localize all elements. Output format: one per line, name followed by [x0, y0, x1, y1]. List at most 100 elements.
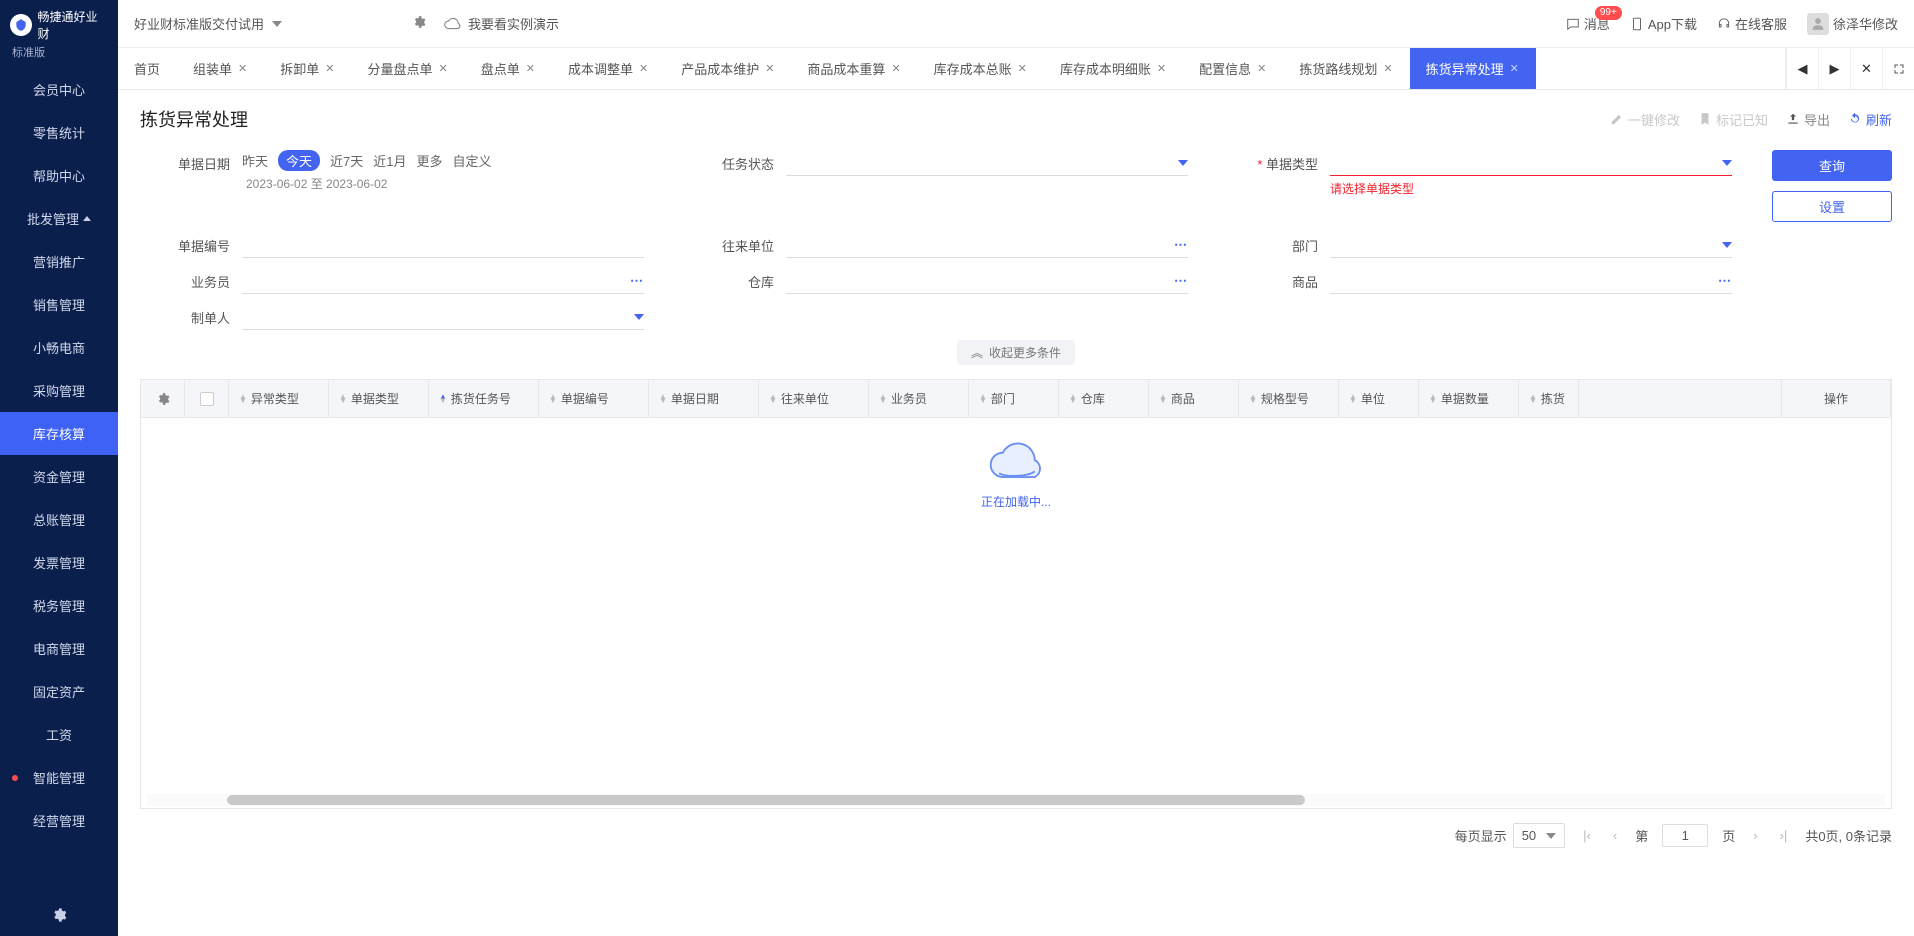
demo-link[interactable]: 我要看实例演示	[444, 14, 559, 33]
close-icon[interactable]: ✕	[765, 62, 774, 75]
th-col-12[interactable]: ▲▼单据数量	[1419, 380, 1519, 417]
close-icon[interactable]: ✕	[1383, 62, 1392, 75]
doc-no-input[interactable]	[242, 232, 644, 258]
refresh-button[interactable]: 刷新	[1848, 110, 1892, 129]
sidebar-item-11[interactable]: 发票管理	[0, 541, 118, 584]
sidebar-item-3[interactable]: 批发管理	[0, 197, 118, 240]
task-status-select[interactable]	[786, 150, 1188, 176]
close-icon[interactable]: ✕	[238, 62, 247, 75]
sidebar-item-2[interactable]: 帮助中心	[0, 154, 118, 197]
horizontal-scrollbar[interactable]	[147, 794, 1885, 806]
sidebar-item-14[interactable]: 固定资产	[0, 670, 118, 713]
date-month[interactable]: 近1月	[373, 151, 406, 170]
query-button[interactable]: 查询	[1772, 150, 1892, 181]
close-icon[interactable]: ✕	[891, 62, 900, 75]
date-custom[interactable]: 自定义	[453, 151, 492, 170]
tab-11[interactable]: 拣货路线规划✕	[1283, 48, 1409, 89]
close-icon[interactable]: ✕	[1018, 62, 1027, 75]
select-all-checkbox[interactable]	[185, 380, 229, 417]
sidebar-item-16[interactable]: 智能管理	[0, 756, 118, 799]
page-number-input[interactable]: 1	[1662, 824, 1708, 847]
close-icon[interactable]: ✕	[639, 62, 648, 75]
warehouse-input[interactable]: ⋯	[786, 268, 1188, 294]
messages-button[interactable]: 消息 99+	[1566, 14, 1610, 33]
scrollbar-thumb[interactable]	[227, 795, 1305, 805]
collapse-filters-button[interactable]: ︽ 收起更多条件	[957, 340, 1075, 365]
close-icon[interactable]: ✕	[325, 62, 334, 75]
tab-9[interactable]: 库存成本明细账✕	[1044, 48, 1183, 89]
date-today[interactable]: 今天	[278, 150, 320, 171]
sidebar-item-1[interactable]: 零售统计	[0, 111, 118, 154]
tabs-expand-button[interactable]	[1882, 48, 1914, 89]
sidebar-item-15[interactable]: 工资	[0, 713, 118, 756]
sidebar-item-4[interactable]: 营销推广	[0, 240, 118, 283]
sidebar-item-7[interactable]: 采购管理	[0, 369, 118, 412]
batch-edit-button[interactable]: 一键修改	[1610, 110, 1680, 129]
last-page-button[interactable]: ›|	[1776, 828, 1792, 843]
close-icon[interactable]: ✕	[1257, 62, 1266, 75]
tab-3[interactable]: 分量盘点单✕	[351, 48, 464, 89]
th-col-3[interactable]: ▲▼单据编号	[539, 380, 649, 417]
sidebar-item-8[interactable]: 库存核算	[0, 412, 118, 455]
tabs-next-button[interactable]: ▶	[1818, 48, 1850, 89]
tab-6[interactable]: 产品成本维护✕	[665, 48, 791, 89]
export-button[interactable]: 导出	[1786, 110, 1830, 129]
tab-10[interactable]: 配置信息✕	[1183, 48, 1283, 89]
support-button[interactable]: 在线客服	[1717, 14, 1787, 33]
doc-type-select[interactable]	[1330, 150, 1732, 176]
product-selector[interactable]: 好业财标准版交付试用	[134, 14, 394, 33]
next-page-button[interactable]: ›	[1749, 828, 1761, 843]
tab-0[interactable]: 首页	[118, 48, 177, 89]
th-col-0[interactable]: ▲▼异常类型	[229, 380, 329, 417]
sidebar-settings[interactable]	[0, 897, 118, 936]
settings-button[interactable]: 设置	[1772, 191, 1892, 222]
mark-known-button[interactable]: 标记已知	[1698, 110, 1768, 129]
tabs-close-button[interactable]: ✕	[1850, 48, 1882, 89]
salesman-input[interactable]: ⋯	[242, 268, 644, 294]
sidebar-item-9[interactable]: 资金管理	[0, 455, 118, 498]
sidebar-item-10[interactable]: 总账管理	[0, 498, 118, 541]
date-week[interactable]: 近7天	[330, 151, 363, 170]
th-col-11[interactable]: ▲▼单位	[1339, 380, 1419, 417]
sidebar-item-13[interactable]: 电商管理	[0, 627, 118, 670]
th-col-9[interactable]: ▲▼商品	[1149, 380, 1239, 417]
tab-1[interactable]: 组装单✕	[177, 48, 264, 89]
partner-input[interactable]: ⋯	[786, 232, 1188, 258]
date-yesterday[interactable]: 昨天	[242, 151, 268, 170]
page-size-select[interactable]: 50	[1513, 823, 1565, 848]
prev-page-button[interactable]: ‹	[1609, 828, 1621, 843]
th-col-13[interactable]: ▲▼拣货	[1519, 380, 1579, 417]
th-col-6[interactable]: ▲▼业务员	[869, 380, 969, 417]
date-more[interactable]: 更多	[417, 151, 443, 170]
dept-select[interactable]	[1330, 232, 1732, 258]
tab-4[interactable]: 盘点单✕	[465, 48, 552, 89]
th-col-8[interactable]: ▲▼仓库	[1059, 380, 1149, 417]
goods-input[interactable]: ⋯	[1330, 268, 1732, 294]
tab-5[interactable]: 成本调整单✕	[552, 48, 665, 89]
sidebar-item-12[interactable]: 税务管理	[0, 584, 118, 627]
tabs-prev-button[interactable]: ◀	[1786, 48, 1818, 89]
close-icon[interactable]: ✕	[526, 62, 535, 75]
tab-12[interactable]: 拣货异常处理✕	[1410, 48, 1536, 89]
table-config-button[interactable]	[141, 380, 185, 417]
sidebar-item-17[interactable]: 经营管理	[0, 799, 118, 842]
th-col-2[interactable]: ▲▼拣货任务号	[429, 380, 539, 417]
tab-7[interactable]: 商品成本重算✕	[791, 48, 917, 89]
first-page-button[interactable]: |‹	[1579, 828, 1595, 843]
user-menu[interactable]: 徐泽华修改	[1807, 13, 1898, 35]
creator-select[interactable]	[242, 304, 644, 330]
close-icon[interactable]: ✕	[1510, 62, 1519, 75]
th-col-7[interactable]: ▲▼部门	[969, 380, 1059, 417]
tab-8[interactable]: 库存成本总账✕	[918, 48, 1044, 89]
sidebar-item-5[interactable]: 销售管理	[0, 283, 118, 326]
app-download-button[interactable]: App下载	[1630, 14, 1697, 33]
close-icon[interactable]: ✕	[1157, 62, 1166, 75]
tab-2[interactable]: 拆卸单✕	[264, 48, 351, 89]
sidebar-item-6[interactable]: 小畅电商	[0, 326, 118, 369]
sidebar-item-0[interactable]: 会员中心	[0, 68, 118, 111]
th-col-1[interactable]: ▲▼单据类型	[329, 380, 429, 417]
th-col-10[interactable]: ▲▼规格型号	[1239, 380, 1339, 417]
th-col-5[interactable]: ▲▼往来单位	[759, 380, 869, 417]
topbar-settings-button[interactable]	[412, 15, 426, 32]
th-col-4[interactable]: ▲▼单据日期	[649, 380, 759, 417]
